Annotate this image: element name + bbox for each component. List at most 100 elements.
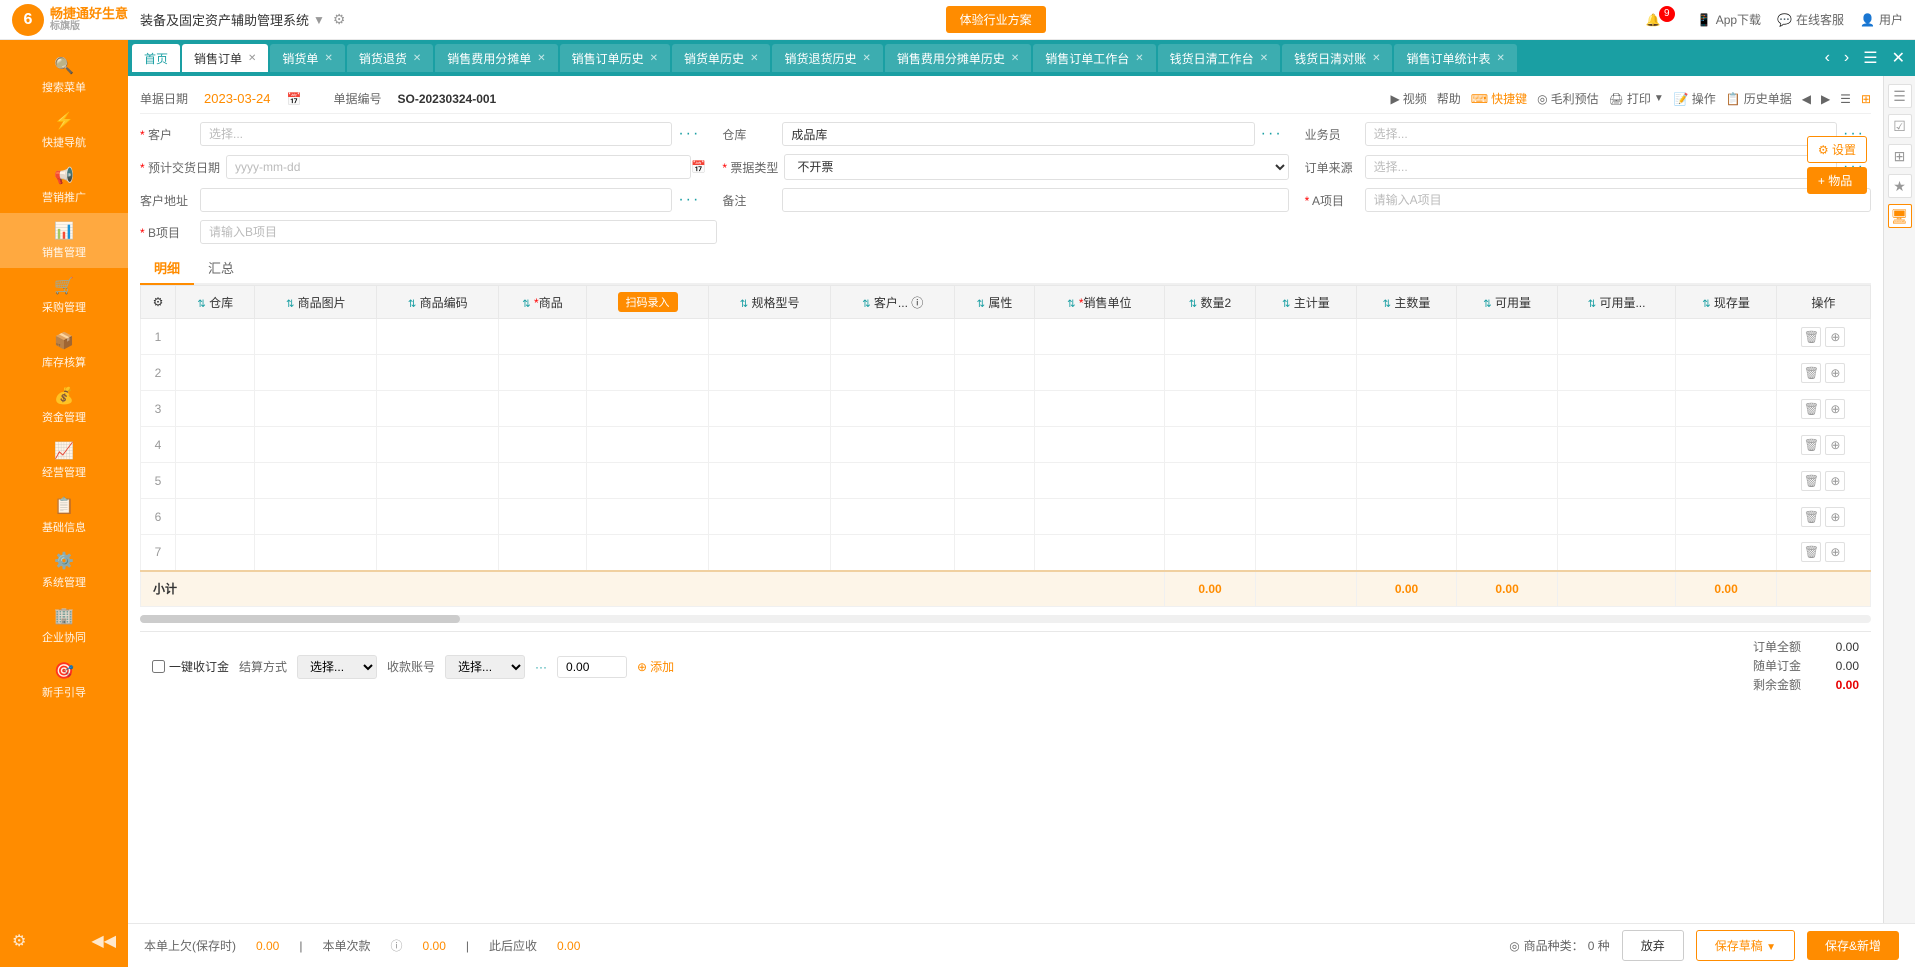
- sidebar-item-operations[interactable]: 📈 经营管理: [0, 433, 128, 488]
- payment-method-select[interactable]: 选择...: [297, 655, 377, 679]
- calendar-icon[interactable]: 📅: [287, 92, 302, 106]
- tab-home[interactable]: 首页: [132, 44, 180, 72]
- prev-record-btn[interactable]: ◀: [1802, 92, 1811, 106]
- sidebar-item-quicknav[interactable]: ⚡ 快捷导航: [0, 103, 128, 158]
- help-btn[interactable]: 帮助: [1437, 90, 1461, 107]
- history-btn[interactable]: 📋 历史单据: [1726, 90, 1792, 107]
- th-main-quantity[interactable]: ⇅ 主数量: [1356, 286, 1457, 319]
- one-click-checkbox[interactable]: [152, 660, 165, 673]
- row-3-delete[interactable]: 🗑: [1801, 399, 1821, 419]
- save-draft-btn[interactable]: 保存草稿 ▼: [1696, 930, 1795, 961]
- tab-fee-split-close[interactable]: ✕: [537, 53, 545, 64]
- add-goods-btn[interactable]: + 物品: [1807, 167, 1867, 194]
- sidebar-item-guide[interactable]: 🎯 新手引导: [0, 653, 128, 708]
- save-draft-dropdown[interactable]: ▼: [1766, 942, 1776, 953]
- sidebar-item-inventory[interactable]: 📦 库存核算: [0, 323, 128, 378]
- th-product-image[interactable]: ⇅ 商品图片: [255, 286, 377, 319]
- warehouse-dots[interactable]: ···: [1255, 125, 1289, 143]
- discard-btn[interactable]: 放弃: [1622, 930, 1684, 961]
- row-4-copy[interactable]: ⊕: [1825, 435, 1845, 455]
- date-value[interactable]: 2023-03-24: [204, 91, 271, 106]
- tab-credit-workbench-close[interactable]: ✕: [1260, 53, 1268, 64]
- right-panel-icon-5[interactable]: 🖥: [1888, 204, 1912, 228]
- settings-btn[interactable]: ⚙ 设置: [1807, 136, 1867, 163]
- th-product-code[interactable]: ⇅ 商品编码: [377, 286, 499, 319]
- payment-dots[interactable]: ···: [535, 660, 547, 674]
- th-available2[interactable]: ⇅ 可用量...: [1557, 286, 1675, 319]
- row-3-copy[interactable]: ⊕: [1825, 399, 1845, 419]
- tab-sales-order-close[interactable]: ✕: [248, 53, 256, 64]
- right-panel-icon-1[interactable]: ☰: [1888, 84, 1912, 108]
- tab-order-history[interactable]: 销售订单历史 ✕: [560, 44, 670, 72]
- tab-return-close[interactable]: ✕: [413, 53, 421, 64]
- profit-btn[interactable]: ◎ 毛利预估: [1537, 90, 1599, 107]
- customer-address-input[interactable]: [200, 188, 672, 212]
- th-product[interactable]: ⇅ *商品: [499, 286, 587, 319]
- tab-invoice-close[interactable]: ✕: [324, 53, 332, 64]
- row-5-copy[interactable]: ⊕: [1825, 471, 1845, 491]
- tab-fee-history-close[interactable]: ✕: [1011, 53, 1019, 64]
- th-warehouse[interactable]: ⇅ 仓库: [176, 286, 255, 319]
- tab-fee-split[interactable]: 销售费用分摊单 ✕: [435, 44, 557, 72]
- salesperson-input[interactable]: [1365, 122, 1837, 146]
- sidebar-item-finance[interactable]: 💰 资金管理: [0, 378, 128, 433]
- view-btn[interactable]: ▶ 视频: [1391, 90, 1427, 107]
- account-select[interactable]: 选择...: [445, 655, 525, 679]
- th-sales-unit[interactable]: ⇅ *销售单位: [1034, 286, 1164, 319]
- th-spec[interactable]: ⇅ 规格型号: [709, 286, 831, 319]
- next-record-btn[interactable]: ▶: [1821, 92, 1830, 106]
- tab-fee-history[interactable]: 销售费用分摊单历史 ✕: [885, 44, 1031, 72]
- app-download[interactable]: 📱 App下载: [1697, 11, 1761, 28]
- th-available[interactable]: ⇅ 可用量: [1457, 286, 1558, 319]
- warehouse-input[interactable]: [782, 122, 1254, 146]
- tab-return-history-close[interactable]: ✕: [862, 53, 870, 64]
- th-attribute[interactable]: ⇅ 属性: [955, 286, 1034, 319]
- sidebar-item-basic[interactable]: 📋 基础信息: [0, 488, 128, 543]
- sidebar-collapse-btn[interactable]: ◀◀: [83, 923, 124, 959]
- scan-btn[interactable]: 扫码录入: [618, 292, 678, 312]
- print-dropdown[interactable]: ▼: [1654, 93, 1664, 104]
- settings-icon[interactable]: ⚙: [333, 11, 346, 28]
- grid-view-btn[interactable]: ⊞: [1861, 92, 1871, 106]
- list-view-btn[interactable]: ☰: [1840, 92, 1851, 106]
- tab-sales-summary[interactable]: 销售订单统计表 ✕: [1394, 44, 1516, 72]
- add-payment-btn[interactable]: ⊕ 添加: [637, 658, 674, 675]
- product-count[interactable]: ◎ 商品种类： 0 种: [1509, 937, 1610, 954]
- tab-sales-summary-close[interactable]: ✕: [1497, 53, 1505, 64]
- table-tab-summary[interactable]: 汇总: [194, 252, 248, 285]
- sidebar-item-enterprise[interactable]: 🏢 企业协同: [0, 598, 128, 653]
- sidebar-item-system[interactable]: ⚙️ 系统管理: [0, 543, 128, 598]
- row-6-delete[interactable]: 🗑: [1801, 507, 1821, 527]
- th-quantity2[interactable]: ⇅ 数量2: [1164, 286, 1255, 319]
- tab-invoice[interactable]: 销货单 ✕: [270, 44, 344, 72]
- tab-credit-reconcile-close[interactable]: ✕: [1372, 53, 1380, 64]
- operate-btn[interactable]: 📝 操作: [1674, 90, 1716, 107]
- save-new-btn[interactable]: 保存&新增: [1807, 931, 1899, 960]
- th-current-stock[interactable]: ⇅ 现存量: [1676, 286, 1777, 319]
- row-6-copy[interactable]: ⊕: [1825, 507, 1845, 527]
- tab-menu-btn[interactable]: ☰: [1857, 46, 1883, 70]
- row-4-delete[interactable]: 🗑: [1801, 435, 1821, 455]
- table-scroll-container[interactable]: ⚙ ⇅ 仓库 ⇅ 商品图片 ⇅ 商品编码 ⇅ *商品 扫码录入 ⇅ 规格型号 ⇅…: [140, 285, 1871, 631]
- delivery-date-input[interactable]: [226, 155, 691, 179]
- tab-invoice-history-close[interactable]: ✕: [750, 53, 758, 64]
- right-panel-icon-4[interactable]: ★: [1888, 174, 1912, 198]
- row-1-copy[interactable]: ⊕: [1825, 327, 1845, 347]
- delivery-calendar-icon[interactable]: 📅: [691, 160, 706, 174]
- tab-close-all-btn[interactable]: ✕: [1886, 46, 1911, 70]
- online-support[interactable]: 💬 在线客服: [1777, 11, 1844, 28]
- tab-order-workbench[interactable]: 销售订单工作台 ✕: [1033, 44, 1155, 72]
- shortcut-btn[interactable]: ⌨ 快捷键: [1471, 90, 1527, 107]
- tab-next-btn[interactable]: ›: [1838, 47, 1855, 69]
- sidebar-gear-btn[interactable]: ⚙: [4, 923, 34, 959]
- table-scrollbar[interactable]: [140, 607, 1871, 631]
- customer-dots[interactable]: ···: [672, 125, 706, 143]
- row-1-delete[interactable]: 🗑: [1801, 327, 1821, 347]
- tab-return-history[interactable]: 销货退货历史 ✕: [772, 44, 882, 72]
- tab-sales-order[interactable]: 销售订单 ✕: [182, 44, 268, 72]
- right-panel-icon-2[interactable]: ☑: [1888, 114, 1912, 138]
- row-2-copy[interactable]: ⊕: [1825, 363, 1845, 383]
- th-customer-attr[interactable]: ⇅ 客户... ⓘ: [831, 286, 955, 319]
- tab-credit-reconcile[interactable]: 钱货日清对账 ✕: [1282, 44, 1392, 72]
- th-scan[interactable]: 扫码录入: [586, 286, 708, 319]
